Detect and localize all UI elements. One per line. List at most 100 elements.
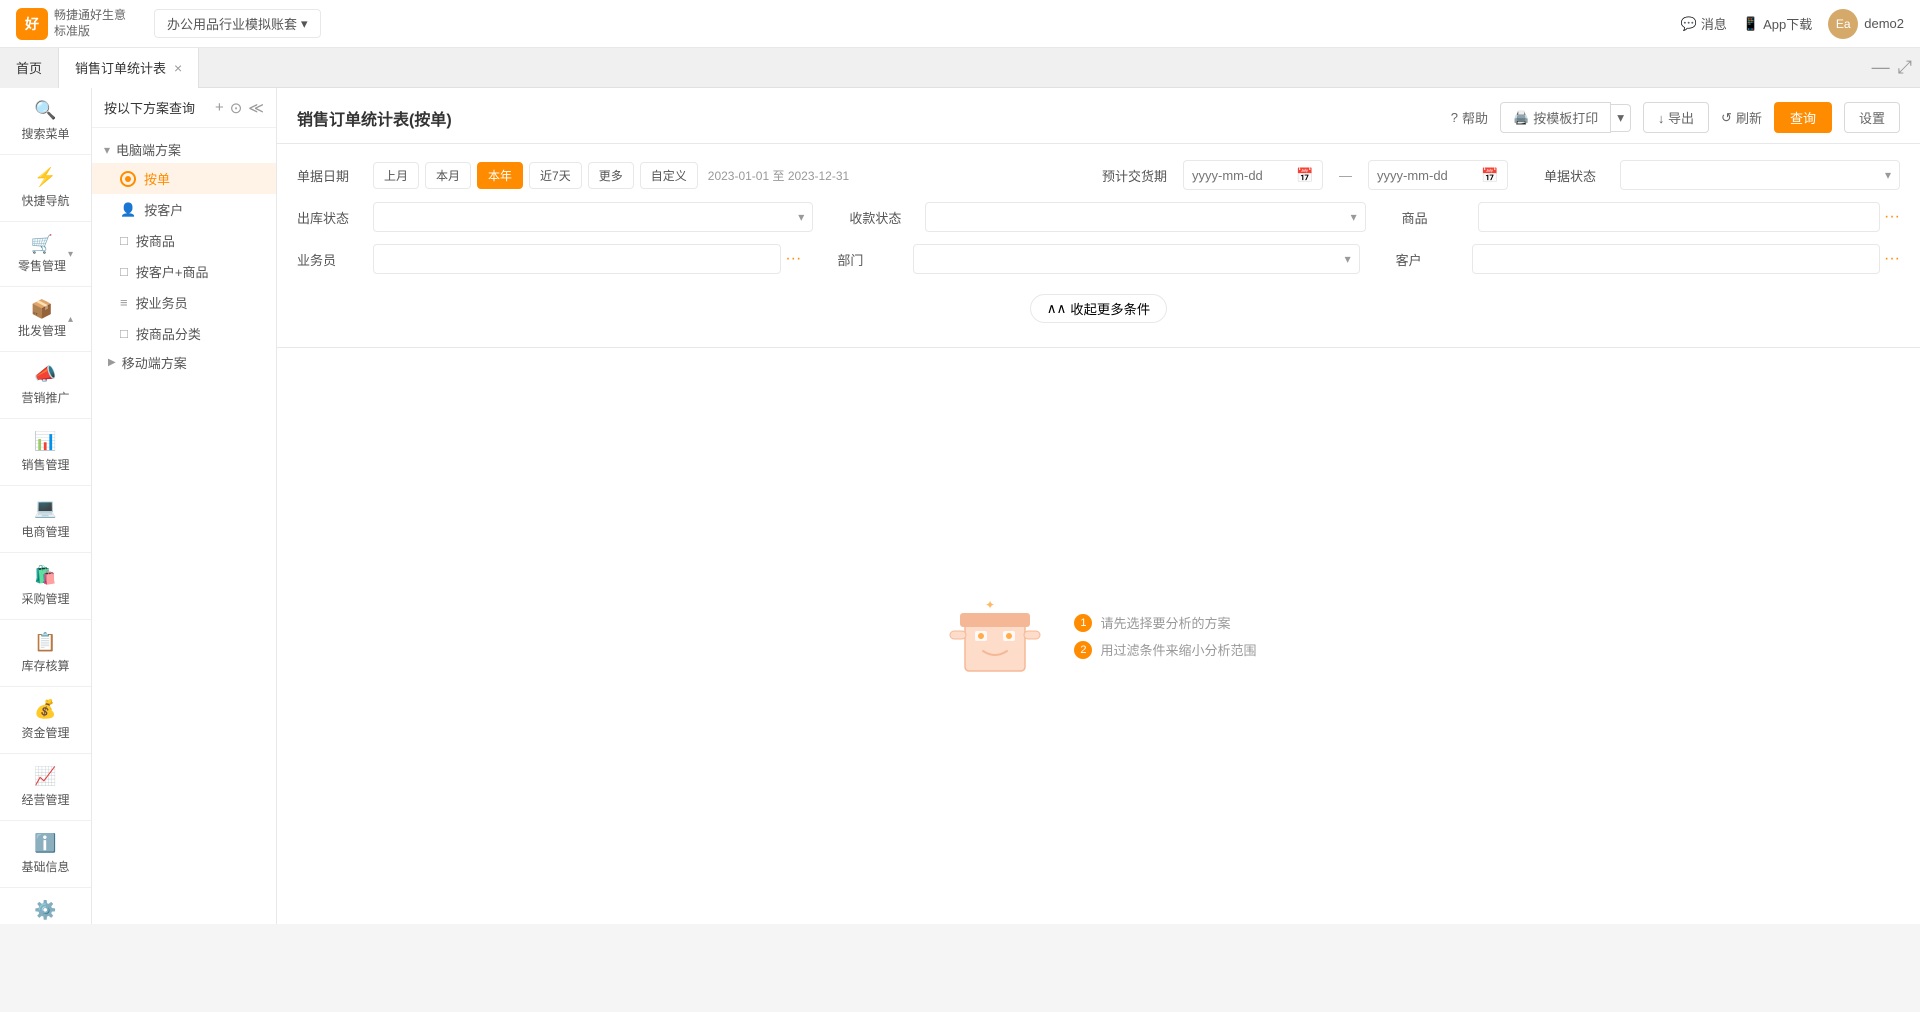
app-download-button[interactable]: 📱 App下载 xyxy=(1743,14,1812,33)
empty-illustration: ✦ xyxy=(940,591,1050,681)
goods-input[interactable] xyxy=(1478,202,1880,232)
sidebar-item-purchase[interactable]: 🛍️ 采购管理 xyxy=(0,553,91,620)
export-button[interactable]: ↓ 导出 xyxy=(1643,102,1709,133)
purchase-icon: 🛍️ xyxy=(34,565,56,586)
message-button[interactable]: 💬 消息 xyxy=(1681,14,1727,33)
window-maximize-icon[interactable]: ⤢ xyxy=(1898,57,1912,78)
goods-filter-label: 商品 xyxy=(1402,208,1462,227)
customer-filter-group: ··· xyxy=(1472,244,1900,274)
status-filter-label: 单据状态 xyxy=(1544,166,1604,185)
help-button[interactable]: ? 帮助 xyxy=(1451,108,1488,127)
sidebar-item-quicknav[interactable]: ⚡ 快捷导航 xyxy=(0,155,91,222)
scheme-panel-header: 按以下方案查询 + ⊙ ≪ xyxy=(92,88,276,128)
filter-row-3: 业务员 ··· 部门 ▾ 客户 ··· xyxy=(297,244,1900,274)
tab-close-icon[interactable]: × xyxy=(174,60,182,76)
sidebar: 🔍 搜索菜单 ⚡ 快捷导航 🛒 零售管理 ▾ 📦 批发管理 ▴ 📣 营销推广 xyxy=(0,88,92,924)
tree-item-by-customer-goods[interactable]: □ 按客户+商品 xyxy=(92,256,276,287)
expected-delivery-end[interactable]: 📅 xyxy=(1368,160,1508,190)
date-btn-this-year[interactable]: 本年 xyxy=(477,162,523,189)
tree-category-mobile[interactable]: ▶ 移动端方案 xyxy=(92,349,276,376)
expected-delivery-end-input[interactable] xyxy=(1377,168,1477,183)
tab-bar: 首页 销售订单统计表 × — ⤢ xyxy=(0,48,1920,88)
customer-more-button[interactable]: ··· xyxy=(1884,250,1900,268)
sidebar-item-operations[interactable]: 📈 经营管理 xyxy=(0,754,91,821)
username-label: demo2 xyxy=(1864,16,1904,31)
tree-expand-icon: ▾ xyxy=(104,143,110,157)
sidebar-item-search[interactable]: 🔍 搜索菜单 xyxy=(0,88,91,155)
page-title-bar: 销售订单统计表(按单) ? 帮助 🖨️ 按模板打印 ▾ ↓ xyxy=(277,88,1920,144)
date-btn-more[interactable]: 更多 xyxy=(588,162,634,189)
sidebar-item-system[interactable]: ⚙️ 系统管理 xyxy=(0,888,91,924)
wholesale-arrow-icon: ▴ xyxy=(68,314,73,325)
tree-item-by-salesperson[interactable]: ≡ 按业务员 xyxy=(92,287,276,318)
collapse-filter-button[interactable]: ∧∧ 收起更多条件 xyxy=(1030,294,1167,323)
tree-item-by-customer[interactable]: 👤 按客户 xyxy=(92,194,276,225)
inventory-icon: 📋 xyxy=(34,632,56,653)
window-minimize-icon[interactable]: — xyxy=(1872,57,1890,78)
main-layout: 🔍 搜索菜单 ⚡ 快捷导航 🛒 零售管理 ▾ 📦 批发管理 ▴ 📣 营销推广 xyxy=(0,88,1920,924)
sidebar-item-wholesale[interactable]: 📦 批发管理 ▴ xyxy=(0,287,91,352)
empty-container: ✦ 1 请先选择要分析的方案 2 用过滤条件来缩小分析范围 xyxy=(940,591,1256,681)
salesperson-scheme-icon: ≡ xyxy=(120,295,128,310)
message-icon: 💬 xyxy=(1681,16,1697,32)
sidebar-item-ecommerce[interactable]: 💻 电商管理 xyxy=(0,486,91,553)
department-select[interactable]: ▾ xyxy=(913,244,1359,274)
filter-row-2: 出库状态 ▾ 收款状态 ▾ 商品 ··· xyxy=(297,202,1900,232)
query-button[interactable]: 查询 xyxy=(1774,102,1832,133)
date-btn-this-month[interactable]: 本月 xyxy=(425,162,471,189)
status-select[interactable]: ▾ xyxy=(1620,160,1900,190)
tree-item-by-goods[interactable]: □ 按商品 xyxy=(92,225,276,256)
finance-icon: 💰 xyxy=(34,699,56,720)
filter-collapse-area: ∧∧ 收起更多条件 xyxy=(297,286,1900,331)
tab-sales-stats[interactable]: 销售订单统计表 × xyxy=(59,48,199,88)
print-dropdown-button[interactable]: ▾ xyxy=(1611,104,1631,132)
date-btn-7days[interactable]: 近7天 xyxy=(529,162,582,189)
customer-input[interactable] xyxy=(1472,244,1880,274)
calendar-end-icon: 📅 xyxy=(1481,167,1498,184)
date-btn-last-month[interactable]: 上月 xyxy=(373,162,419,189)
workspace-selector[interactable]: 办公用品行业模拟账套 ▾ xyxy=(154,9,321,38)
salesperson-input[interactable] xyxy=(373,244,781,274)
expected-delivery-start[interactable]: 📅 xyxy=(1183,160,1323,190)
retail-arrow-icon: ▾ xyxy=(68,249,73,260)
department-filter-label: 部门 xyxy=(837,250,897,269)
sidebar-item-finance[interactable]: 💰 资金管理 xyxy=(0,687,91,754)
tip-num-1: 1 xyxy=(1074,614,1092,632)
salesperson-more-button[interactable]: ··· xyxy=(785,250,801,268)
top-bar-left: 好 畅捷通好生意 标准版 办公用品行业模拟账套 ▾ xyxy=(16,8,321,40)
print-icon: 🖨️ xyxy=(1513,110,1529,126)
expected-delivery-start-input[interactable] xyxy=(1192,168,1292,183)
sidebar-item-basic-info[interactable]: ℹ️ 基础信息 xyxy=(0,821,91,888)
delivery-status-label: 出库状态 xyxy=(297,208,357,227)
sidebar-item-inventory[interactable]: 📋 库存核算 xyxy=(0,620,91,687)
settings-button[interactable]: 设置 xyxy=(1844,102,1900,133)
refresh-button[interactable]: ↺ 刷新 xyxy=(1721,108,1762,127)
tree-item-by-order[interactable]: 按单 xyxy=(92,163,276,194)
system-icon: ⚙️ xyxy=(34,900,56,921)
add-scheme-button[interactable]: + xyxy=(215,99,224,117)
filter-area: 单据日期 上月 本月 本年 近7天 更多 自定义 2023-01-01 至 20… xyxy=(277,144,1920,348)
tip-num-2: 2 xyxy=(1074,641,1092,659)
collapse-icon: ∧∧ xyxy=(1047,301,1067,317)
sidebar-item-retail[interactable]: 🛒 零售管理 ▾ xyxy=(0,222,91,287)
delivery-status-select[interactable]: ▾ xyxy=(373,202,813,232)
tab-bar-actions: — ⤢ xyxy=(1872,57,1920,78)
goods-scheme-icon: □ xyxy=(120,233,128,248)
tree-item-by-goods-category[interactable]: □ 按商品分类 xyxy=(92,318,276,349)
tab-home[interactable]: 首页 xyxy=(0,48,59,88)
user-area[interactable]: Ea demo2 xyxy=(1828,9,1904,39)
filter-row-1: 单据日期 上月 本月 本年 近7天 更多 自定义 2023-01-01 至 20… xyxy=(297,160,1900,190)
scheme-collapse-icon[interactable]: ≪ xyxy=(248,99,264,117)
scheme-settings-icon[interactable]: ⊙ xyxy=(230,99,243,117)
sidebar-item-sales[interactable]: 📊 销售管理 xyxy=(0,419,91,486)
page-actions: ? 帮助 🖨️ 按模板打印 ▾ ↓ 导出 xyxy=(1451,102,1900,133)
payment-status-select[interactable]: ▾ xyxy=(925,202,1365,232)
mobile-expand-icon: ▶ xyxy=(108,357,116,368)
goods-more-button[interactable]: ··· xyxy=(1884,208,1900,226)
wholesale-icon: 📦 xyxy=(31,299,53,320)
date-btn-custom[interactable]: 自定义 xyxy=(640,162,698,189)
sidebar-item-marketing[interactable]: 📣 营销推广 xyxy=(0,352,91,419)
expected-delivery-label: 预计交货期 xyxy=(1102,166,1167,185)
print-button[interactable]: 🖨️ 按模板打印 xyxy=(1500,102,1611,133)
tree-category-pc[interactable]: ▾ 电脑端方案 xyxy=(92,136,276,163)
